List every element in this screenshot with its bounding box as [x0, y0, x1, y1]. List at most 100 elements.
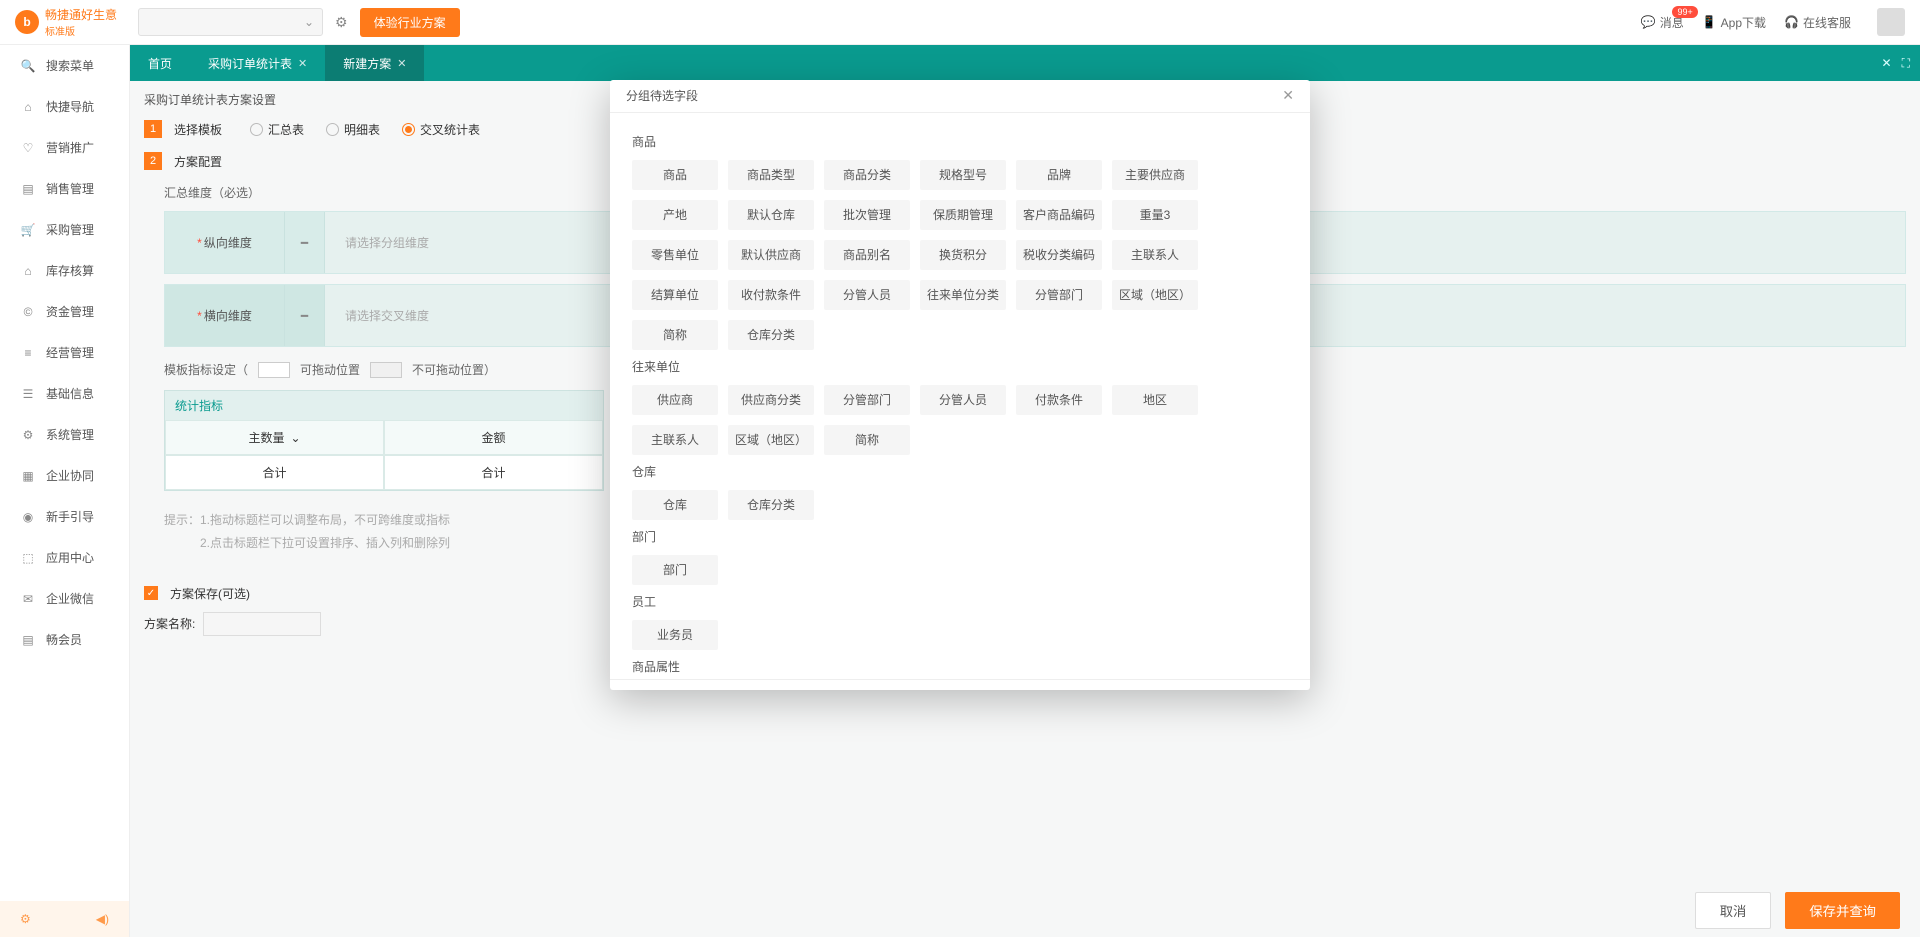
- collapse-icon[interactable]: ◀): [96, 912, 109, 926]
- modal-body[interactable]: 商品商品商品类型商品分类规格型号品牌主要供应商产地默认仓库批次管理保质期管理客户…: [610, 113, 1310, 679]
- close-icon[interactable]: ✕: [1282, 87, 1294, 104]
- avatar[interactable]: [1877, 8, 1905, 36]
- field-chip[interactable]: 重量3: [1112, 200, 1198, 230]
- field-chip[interactable]: 仓库分类: [728, 490, 814, 520]
- step2-badge: 2: [144, 152, 162, 170]
- logo-sub: 标准版: [45, 23, 117, 38]
- field-chip[interactable]: 收付款条件: [728, 280, 814, 310]
- tab-1[interactable]: 采购订单统计表✕: [190, 45, 325, 81]
- step2-label: 方案配置: [174, 153, 222, 170]
- field-chip[interactable]: 地区: [1112, 385, 1198, 415]
- trial-button[interactable]: 体验行业方案: [360, 8, 460, 37]
- company-select[interactable]: ⌄: [138, 8, 323, 36]
- sidebar-item-0[interactable]: 🔍搜索菜单: [0, 45, 129, 86]
- legend-drag: [258, 362, 290, 378]
- sidebar-item-11[interactable]: ◉新手引导: [0, 496, 129, 537]
- field-chip[interactable]: 结算单位: [632, 280, 718, 310]
- step1-badge: 1: [144, 120, 162, 138]
- field-chip[interactable]: 批次管理: [824, 200, 910, 230]
- field-chip[interactable]: 区域（地区）: [728, 425, 814, 455]
- sidebar-item-12[interactable]: ⬚应用中心: [0, 537, 129, 578]
- sidebar-item-3[interactable]: ▤销售管理: [0, 168, 129, 209]
- legend-nodrag: [370, 362, 402, 378]
- app-download-link[interactable]: 📱 App下载: [1702, 14, 1766, 31]
- field-chip[interactable]: 客户商品编码: [1016, 200, 1102, 230]
- sidebar-icon: ☰: [20, 387, 36, 401]
- sidebar-item-10[interactable]: ▦企业协同: [0, 455, 129, 496]
- messages-link[interactable]: 💬 消息 99+: [1641, 14, 1684, 31]
- save-checkbox[interactable]: ✓: [144, 586, 158, 600]
- sidebar-item-14[interactable]: ▤畅会员: [0, 619, 129, 660]
- field-chip[interactable]: 产地: [632, 200, 718, 230]
- field-chip[interactable]: 税收分类编码: [1016, 240, 1102, 270]
- field-chip[interactable]: 商品类型: [728, 160, 814, 190]
- sidebar-item-8[interactable]: ☰基础信息: [0, 373, 129, 414]
- tab-2[interactable]: 新建方案✕: [325, 45, 424, 81]
- field-chip[interactable]: 分管人员: [824, 280, 910, 310]
- radio-1[interactable]: 明细表: [326, 121, 380, 138]
- field-chip[interactable]: 分管部门: [824, 385, 910, 415]
- field-group-title: 往来单位: [632, 358, 1288, 375]
- field-chip[interactable]: 主要供应商: [1112, 160, 1198, 190]
- sidebar-item-4[interactable]: 🛒采购管理: [0, 209, 129, 250]
- chevron-down-icon: ⌄: [290, 431, 300, 445]
- scheme-name-input[interactable]: [203, 612, 321, 636]
- sidebar-item-6[interactable]: ©资金管理: [0, 291, 129, 332]
- field-chip[interactable]: 规格型号: [920, 160, 1006, 190]
- save-query-button[interactable]: 保存并查询: [1785, 892, 1900, 929]
- col-amount[interactable]: 金额: [384, 420, 603, 455]
- phone-icon: 📱: [1702, 15, 1717, 29]
- gear-icon[interactable]: ⚙: [335, 14, 348, 31]
- field-chip[interactable]: 品牌: [1016, 160, 1102, 190]
- radio-0[interactable]: 汇总表: [250, 121, 304, 138]
- close-icon[interactable]: ✕: [298, 57, 307, 70]
- col-qty[interactable]: 主数量⌄: [165, 420, 384, 455]
- field-chip[interactable]: 简称: [824, 425, 910, 455]
- field-chip[interactable]: 仓库: [632, 490, 718, 520]
- field-chip[interactable]: 区域（地区）: [1112, 280, 1198, 310]
- field-chip[interactable]: 商品: [632, 160, 718, 190]
- fullscreen-icon[interactable]: ⛶: [1902, 56, 1910, 71]
- sidebar-item-9[interactable]: ⚙系统管理: [0, 414, 129, 455]
- sum-cell: 合计: [384, 455, 603, 490]
- radio-2[interactable]: 交叉统计表: [402, 121, 480, 138]
- save-label: 方案保存(可选): [170, 585, 250, 602]
- field-chip[interactable]: 保质期管理: [920, 200, 1006, 230]
- field-chip[interactable]: 简称: [632, 320, 718, 350]
- radio-icon: [250, 123, 263, 136]
- field-chip[interactable]: 零售单位: [632, 240, 718, 270]
- sidebar-item-7[interactable]: ≡经营管理: [0, 332, 129, 373]
- field-chip[interactable]: 主联系人: [632, 425, 718, 455]
- modal-hscroll[interactable]: [610, 679, 1310, 690]
- sum-cell: 合计: [165, 455, 384, 490]
- sidebar-item-2[interactable]: ♡营销推广: [0, 127, 129, 168]
- tab-0[interactable]: 首页: [130, 45, 190, 81]
- sidebar-item-1[interactable]: ⌂快捷导航: [0, 86, 129, 127]
- field-chip[interactable]: 商品分类: [824, 160, 910, 190]
- field-chip[interactable]: 商品别名: [824, 240, 910, 270]
- customer-service-link[interactable]: 🎧 在线客服: [1784, 14, 1851, 31]
- field-group-title: 商品: [632, 133, 1288, 150]
- field-chip[interactable]: 换货积分: [920, 240, 1006, 270]
- field-chip[interactable]: 分管人员: [920, 385, 1006, 415]
- message-icon: 💬: [1641, 15, 1656, 29]
- field-chip[interactable]: 分管部门: [1016, 280, 1102, 310]
- sidebar-item-13[interactable]: ✉企业微信: [0, 578, 129, 619]
- sidebar-item-5[interactable]: ⌂库存核算: [0, 250, 129, 291]
- field-chip[interactable]: 部门: [632, 555, 718, 585]
- field-chip[interactable]: 付款条件: [1016, 385, 1102, 415]
- field-chip[interactable]: 主联系人: [1112, 240, 1198, 270]
- close-all-icon[interactable]: ✕: [1882, 56, 1892, 70]
- radio-icon: [326, 123, 339, 136]
- field-chip[interactable]: 业务员: [632, 620, 718, 650]
- field-chip[interactable]: 供应商: [632, 385, 718, 415]
- field-chip[interactable]: 仓库分类: [728, 320, 814, 350]
- field-chip[interactable]: 默认供应商: [728, 240, 814, 270]
- gear-icon[interactable]: ⚙: [20, 912, 31, 926]
- field-chip[interactable]: 供应商分类: [728, 385, 814, 415]
- cancel-button[interactable]: 取消: [1695, 892, 1772, 929]
- field-chip[interactable]: 往来单位分类: [920, 280, 1006, 310]
- close-icon[interactable]: ✕: [397, 57, 406, 70]
- sidebar-icon: ♡: [20, 141, 36, 155]
- field-chip[interactable]: 默认仓库: [728, 200, 814, 230]
